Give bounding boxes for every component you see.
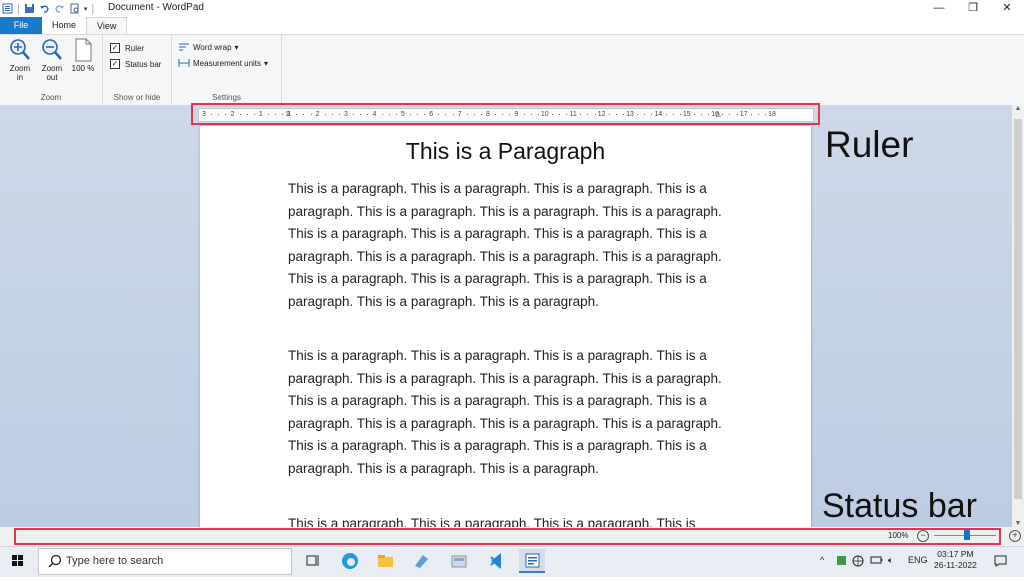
status-bar-checkbox-label: Status bar bbox=[125, 59, 162, 69]
vscode-icon[interactable] bbox=[483, 549, 509, 573]
undo-icon[interactable] bbox=[39, 3, 50, 14]
ruler-checkbox[interactable]: ✓ Ruler bbox=[110, 43, 144, 53]
wordpad-taskbar-icon[interactable] bbox=[519, 549, 545, 573]
window-title: Document - WordPad bbox=[108, 2, 204, 13]
language-indicator[interactable]: ENG bbox=[908, 555, 928, 565]
page-icon bbox=[75, 38, 92, 62]
scroll-up-icon[interactable]: ▲ bbox=[1012, 105, 1024, 112]
paragraph-1: This is a paragraph. This is a paragraph… bbox=[288, 181, 722, 309]
search-icon bbox=[48, 554, 62, 568]
ruler-highlight-box bbox=[191, 103, 820, 125]
status-bar-highlight-box bbox=[14, 528, 1001, 545]
measurement-units-dropdown[interactable]: Measurement units ▾ bbox=[178, 58, 268, 68]
zoom-out-label: Zoom out bbox=[41, 64, 63, 82]
document-heading: This is a Paragraph bbox=[405, 138, 606, 164]
quick-access-toolbar: | ▾ | bbox=[2, 1, 94, 16]
minimize-button[interactable]: — bbox=[922, 0, 956, 17]
zoom-in-icon bbox=[10, 39, 30, 60]
vertical-scrollbar[interactable]: ▲ ▼ bbox=[1012, 105, 1024, 527]
tab-file[interactable]: File bbox=[0, 17, 42, 34]
windows-start-icon bbox=[12, 555, 23, 566]
scroll-down-icon[interactable]: ▼ bbox=[1012, 520, 1024, 527]
maximize-button[interactable]: ❐ bbox=[956, 0, 990, 17]
clock[interactable]: 03:17 PM 26-11-2022 bbox=[934, 549, 977, 571]
zoom-out-icon bbox=[42, 39, 62, 60]
volume-icon[interactable]: 🔈︎ bbox=[888, 555, 893, 566]
zoom-group: Zoom in Zoom out 100 % Zoom bbox=[0, 35, 103, 104]
clock-time: 03:17 PM bbox=[937, 549, 974, 559]
ruler-annotation: Ruler bbox=[825, 124, 914, 165]
notification-icon[interactable] bbox=[994, 555, 1007, 569]
measurement-icon bbox=[178, 59, 190, 67]
file-explorer-icon[interactable] bbox=[372, 549, 398, 573]
group-label: Settings bbox=[212, 93, 241, 102]
measurement-units-label: Measurement units bbox=[193, 58, 262, 68]
word-wrap-dropdown[interactable]: Word wrap ▾ bbox=[178, 42, 239, 52]
word-wrap-icon bbox=[179, 43, 189, 51]
ruler-checkbox-label: Ruler bbox=[125, 43, 145, 53]
group-label: Zoom bbox=[40, 93, 62, 102]
edge-icon[interactable] bbox=[337, 549, 363, 573]
battery-icon[interactable] bbox=[870, 555, 883, 567]
scrollbar-thumb[interactable] bbox=[1014, 119, 1022, 499]
zoom-100-label: 100 % bbox=[71, 64, 95, 73]
show-hidden-icons-icon[interactable]: ^ bbox=[820, 555, 824, 565]
search-placeholder: Type here to search bbox=[66, 555, 164, 567]
separator: | bbox=[17, 2, 20, 15]
clock-date: 26-11-2022 bbox=[934, 560, 977, 570]
word-wrap-label: Word wrap bbox=[193, 42, 232, 52]
save-icon[interactable] bbox=[24, 3, 35, 14]
customize-qat-icon[interactable]: ▾ bbox=[84, 5, 88, 13]
document-page[interactable]: This is a Paragraph This is a paragraph.… bbox=[200, 126, 811, 536]
task-view-icon[interactable] bbox=[300, 549, 326, 573]
status-bar-checkbox[interactable]: ✓ Status bar bbox=[110, 59, 161, 69]
status-bar-annotation: Status bar bbox=[822, 487, 977, 525]
zoom-100-button[interactable]: 100 % bbox=[69, 38, 97, 73]
app-icon[interactable] bbox=[446, 549, 472, 573]
app-tray-icon[interactable] bbox=[836, 555, 847, 568]
close-button[interactable]: ✕ bbox=[990, 0, 1024, 17]
start-button[interactable] bbox=[0, 546, 36, 576]
ribbon: Zoom in Zoom out 100 % Zoom Show or hide… bbox=[0, 34, 1024, 106]
tab-view[interactable]: View bbox=[86, 17, 128, 34]
photos-icon[interactable] bbox=[408, 549, 434, 573]
group-label: Show or hide bbox=[113, 93, 161, 102]
network-globe-icon[interactable] bbox=[852, 555, 864, 569]
redo-icon[interactable] bbox=[54, 3, 65, 14]
chevron-down-icon: ▾ bbox=[264, 58, 269, 68]
zoom-out-button[interactable]: Zoom out bbox=[38, 38, 66, 82]
tab-home[interactable]: Home bbox=[42, 17, 86, 34]
window-controls: — ❐ ✕ bbox=[922, 0, 1024, 17]
separator: | bbox=[91, 2, 95, 15]
zoom-in-label: Zoom in bbox=[9, 64, 31, 82]
chevron-down-icon: ▾ bbox=[234, 42, 239, 52]
zoom-in-button[interactable]: Zoom in bbox=[6, 38, 34, 82]
checkmark-icon: ✓ bbox=[110, 43, 120, 53]
checkmark-icon: ✓ bbox=[110, 59, 120, 69]
print-preview-icon[interactable] bbox=[69, 3, 80, 14]
paragraph-2: This is a paragraph. This is a paragraph… bbox=[288, 348, 722, 476]
wordpad-app-icon bbox=[2, 3, 13, 14]
zoom-in-icon[interactable]: + bbox=[1009, 530, 1021, 542]
ribbon-tabs: File Home View bbox=[0, 17, 1024, 34]
